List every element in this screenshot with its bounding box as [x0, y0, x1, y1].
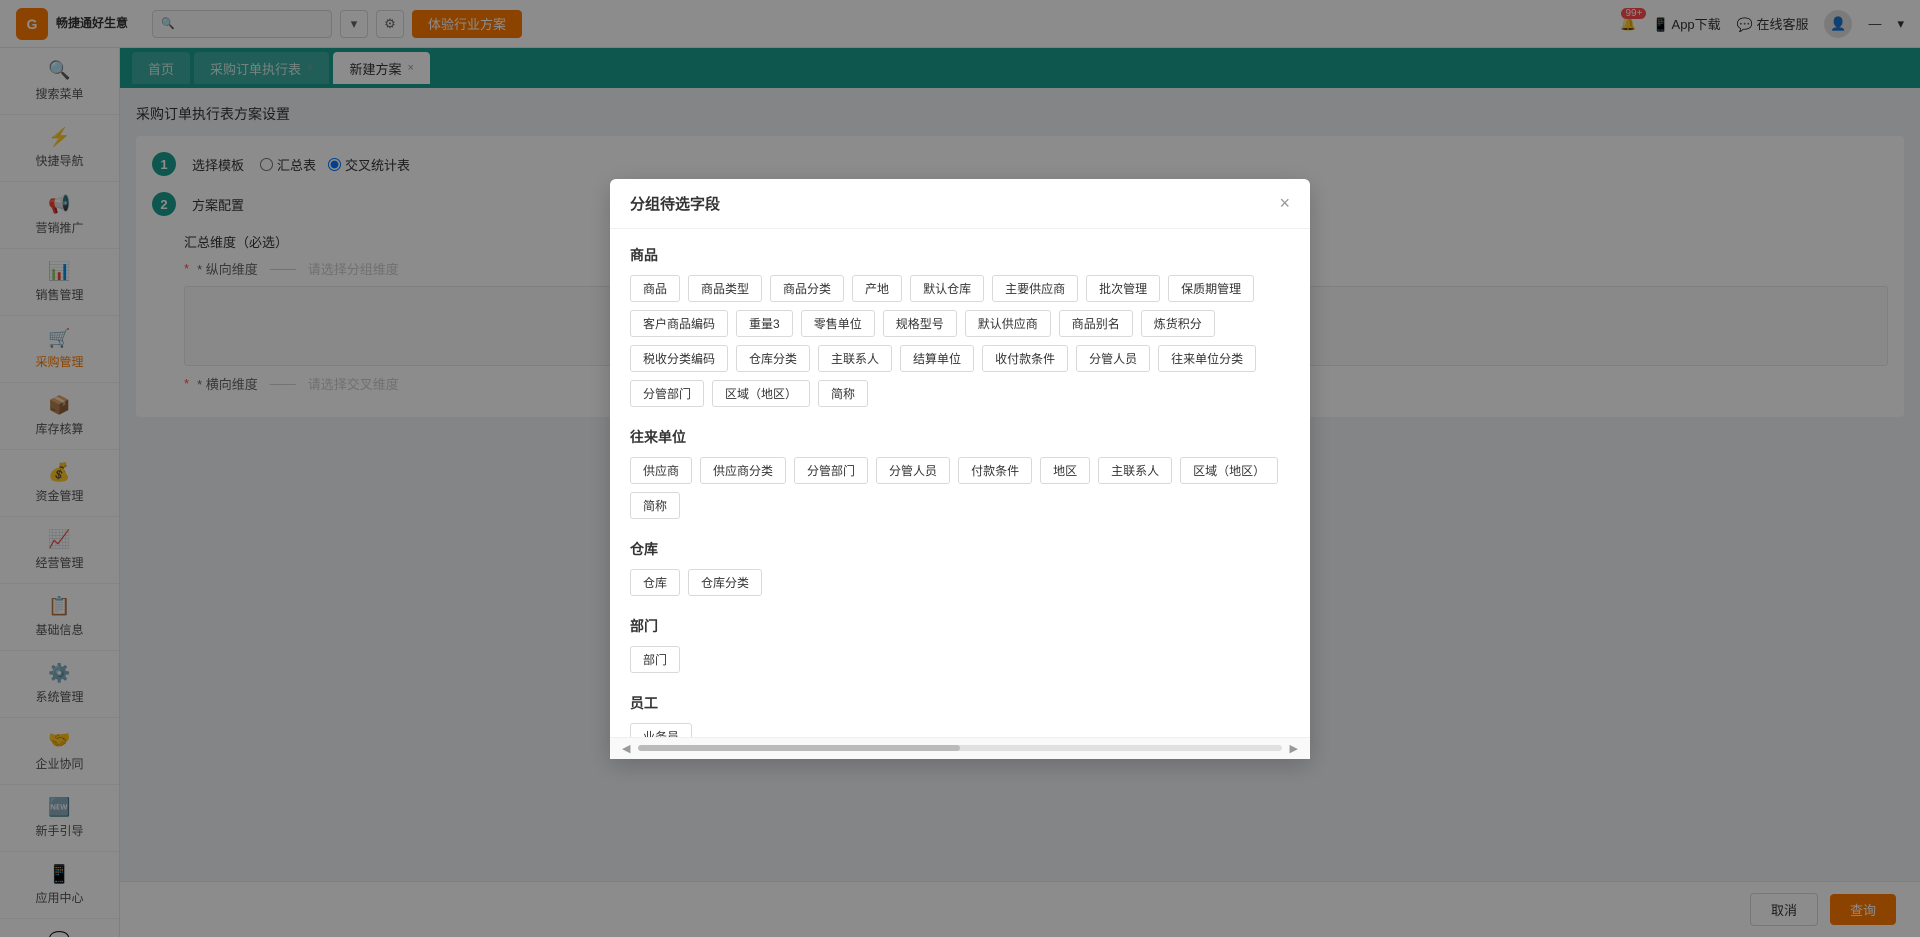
field-tag[interactable]: 仓库分类	[688, 569, 762, 596]
field-tag[interactable]: 分管人员	[876, 457, 950, 484]
field-tag[interactable]: 商品分类	[770, 275, 844, 302]
field-section-title-staff: 员工	[630, 693, 1290, 713]
hscroll-right-arrow[interactable]: ▶	[1286, 742, 1302, 755]
field-tags-warehouse: 仓库仓库分类	[630, 569, 1290, 596]
field-tags-dept: 部门	[630, 646, 1290, 673]
field-tag[interactable]: 主联系人	[1098, 457, 1172, 484]
field-tag[interactable]: 分管部门	[630, 380, 704, 407]
hscroll-thumb	[638, 745, 960, 751]
field-tag[interactable]: 部门	[630, 646, 680, 673]
field-tag[interactable]: 地区	[1040, 457, 1090, 484]
field-tag[interactable]: 产地	[852, 275, 902, 302]
field-section-title-dept: 部门	[630, 616, 1290, 636]
field-tags-goods: 商品商品类型商品分类产地默认仓库主要供应商批次管理保质期管理客户商品编码重量3 零…	[630, 275, 1290, 407]
field-section-goods: 商品商品商品类型商品分类产地默认仓库主要供应商批次管理保质期管理客户商品编码重量…	[630, 245, 1290, 407]
field-tag[interactable]: 业务员	[630, 723, 692, 737]
field-tag[interactable]: 主联系人	[818, 345, 892, 372]
field-tag[interactable]: 付款条件	[958, 457, 1032, 484]
field-section-title-goods: 商品	[630, 245, 1290, 265]
field-select-modal: 分组待选字段 × 商品商品商品类型商品分类产地默认仓库主要供应商批次管理保质期管…	[610, 179, 1310, 759]
field-section-staff: 员工业务员	[630, 693, 1290, 737]
field-tag[interactable]: 供应商分类	[700, 457, 786, 484]
field-section-title-warehouse: 仓库	[630, 539, 1290, 559]
field-tag[interactable]: 区域（地区）	[1180, 457, 1278, 484]
field-section-dept: 部门部门	[630, 616, 1290, 673]
field-tags-staff: 业务员	[630, 723, 1290, 737]
field-tag[interactable]: 批次管理	[1086, 275, 1160, 302]
field-tag[interactable]: 区域（地区）	[712, 380, 810, 407]
field-section-partners: 往来单位供应商供应商分类分管部门分管人员付款条件地区主联系人区域（地区） 简称	[630, 427, 1290, 519]
field-tag[interactable]: 仓库	[630, 569, 680, 596]
field-tag[interactable]: 主要供应商	[992, 275, 1078, 302]
field-tag[interactable]: 零售单位	[801, 310, 875, 337]
field-tag[interactable]: 客户商品编码	[630, 310, 728, 337]
field-tag[interactable]: 简称	[818, 380, 868, 407]
field-tag[interactable]: 简称	[630, 492, 680, 519]
field-tag[interactable]: 往来单位分类	[1158, 345, 1256, 372]
field-tag[interactable]: 结算单位	[900, 345, 974, 372]
field-tag[interactable]: 商品类型	[688, 275, 762, 302]
field-tag[interactable]: 分管人员	[1076, 345, 1150, 372]
field-tag[interactable]: 仓库分类	[736, 345, 810, 372]
field-tag[interactable]: 商品别名	[1059, 310, 1133, 337]
hscroll-track	[638, 745, 1281, 751]
field-tag[interactable]: 炼货积分	[1141, 310, 1215, 337]
modal-header: 分组待选字段 ×	[610, 179, 1310, 229]
modal-body[interactable]: 商品商品商品类型商品分类产地默认仓库主要供应商批次管理保质期管理客户商品编码重量…	[610, 229, 1310, 737]
field-tag[interactable]: 规格型号	[883, 310, 957, 337]
field-tag[interactable]: 默认仓库	[910, 275, 984, 302]
field-tag[interactable]: 保质期管理	[1168, 275, 1254, 302]
field-tag[interactable]: 商品	[630, 275, 680, 302]
hscroll-left-arrow[interactable]: ◀	[618, 742, 634, 755]
modal-overlay: 分组待选字段 × 商品商品商品类型商品分类产地默认仓库主要供应商批次管理保质期管…	[0, 0, 1920, 937]
field-section-warehouse: 仓库仓库仓库分类	[630, 539, 1290, 596]
field-section-title-partners: 往来单位	[630, 427, 1290, 447]
modal-horizontal-scrollbar[interactable]: ◀ ▶	[610, 737, 1310, 759]
field-tag[interactable]: 分管部门	[794, 457, 868, 484]
field-tag[interactable]: 供应商	[630, 457, 692, 484]
field-tag[interactable]: 默认供应商	[965, 310, 1051, 337]
modal-title: 分组待选字段	[630, 193, 720, 214]
modal-close-button[interactable]: ×	[1279, 194, 1290, 212]
field-tag[interactable]: 税收分类编码	[630, 345, 728, 372]
field-tag[interactable]: 收付款条件	[982, 345, 1068, 372]
field-tags-partners: 供应商供应商分类分管部门分管人员付款条件地区主联系人区域（地区） 简称	[630, 457, 1290, 519]
field-tag[interactable]: 重量3	[736, 310, 793, 337]
